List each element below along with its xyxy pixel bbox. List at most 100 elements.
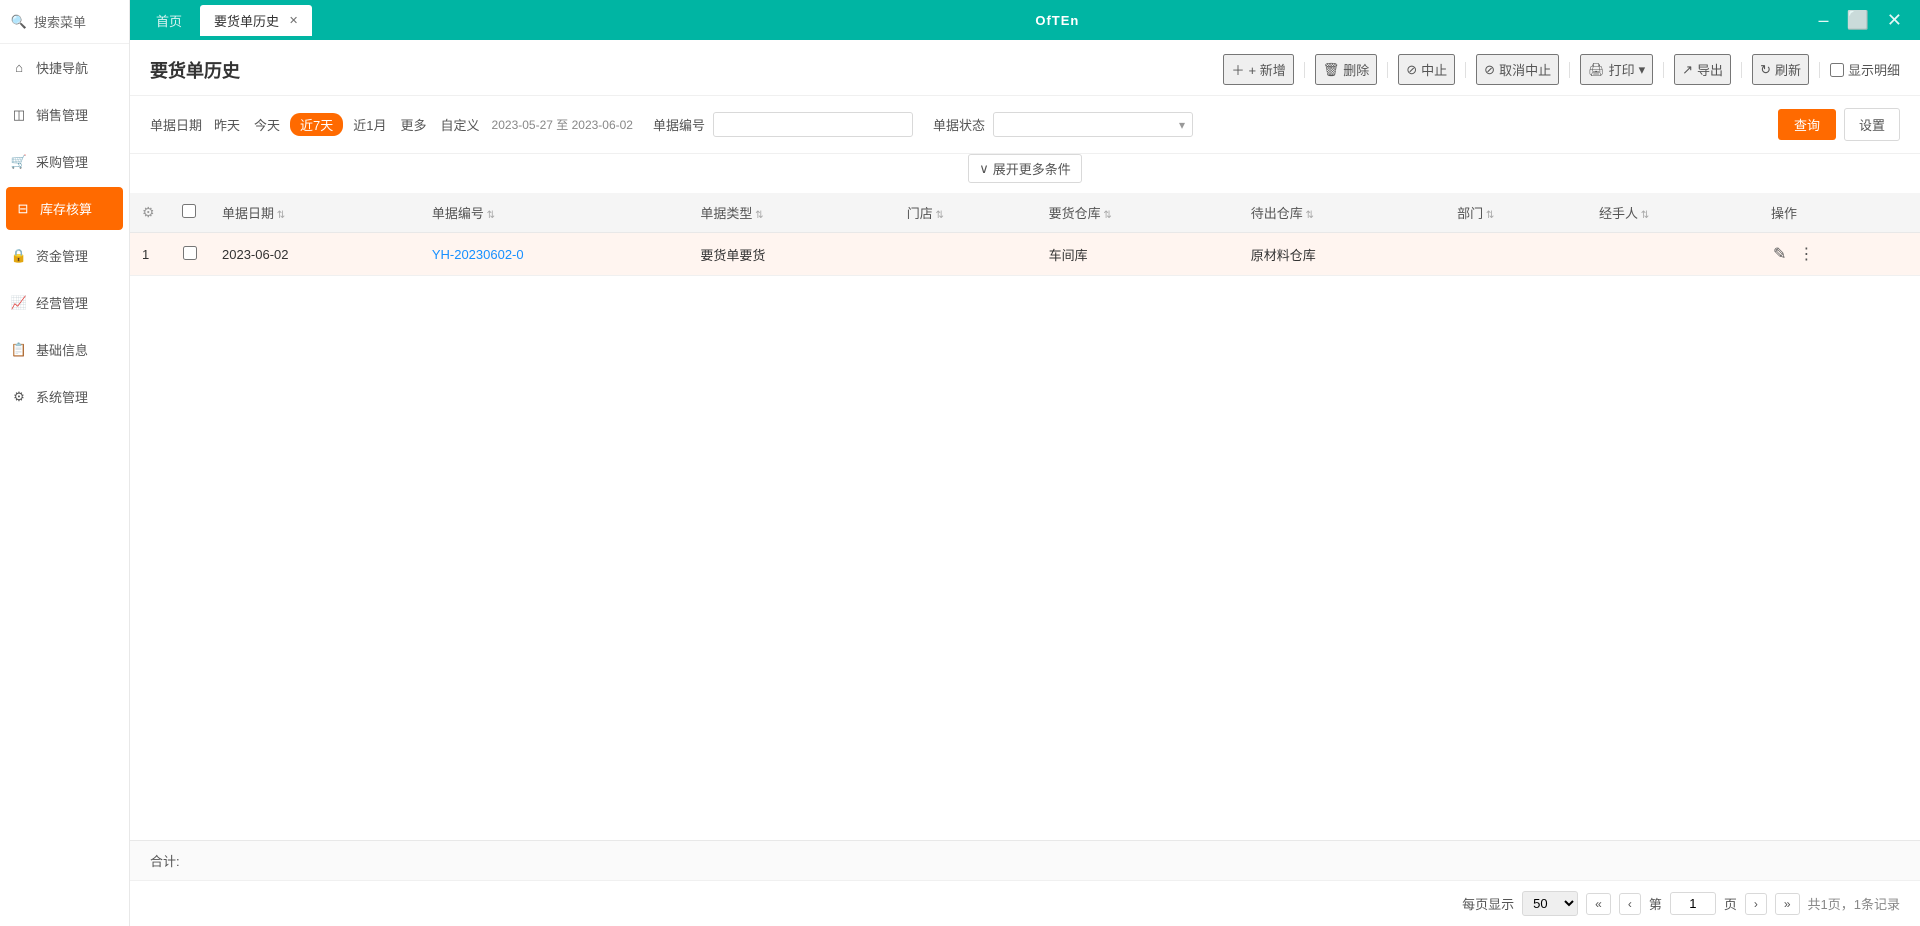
th-handler[interactable]: 经手人 [1587, 193, 1759, 233]
display-detail-checkbox-label[interactable]: 显示明细 [1830, 60, 1900, 79]
summary-label: 合计: [150, 854, 180, 869]
sidebar-item-purchase[interactable]: 🛒 采购管理 [0, 138, 129, 185]
cancel-stop-icon: ⊘ [1484, 62, 1495, 78]
date-btn-yesterday[interactable]: 昨天 [210, 113, 244, 136]
query-button[interactable]: 查询 [1778, 109, 1836, 140]
stop-button[interactable]: ⊘ 中止 [1398, 54, 1455, 85]
delete-button[interactable]: 🗑 删除 [1315, 54, 1378, 85]
th-date[interactable]: 单据日期 [210, 193, 420, 233]
page-input[interactable] [1670, 892, 1716, 915]
inventory-icon: ⊟ [14, 200, 32, 218]
table-row: 1 2023-06-02 YH-20230602-0 要货单要货 车间库 原材料… [130, 233, 1920, 276]
display-detail-checkbox[interactable] [1830, 63, 1844, 77]
sidebar-search[interactable]: 🔍 搜索菜单 [0, 0, 129, 44]
action-icons: ✎ ⋮ [1771, 242, 1908, 266]
sidebar-item-system[interactable]: ⚙ 系统管理 [0, 373, 129, 420]
chevron-down-icon: ∨ [979, 161, 989, 177]
next-page-btn[interactable]: › [1745, 893, 1767, 915]
divider [1465, 62, 1466, 78]
sidebar-item-inventory[interactable]: ⊟ 库存核算 [6, 187, 123, 230]
th-store[interactable]: 门店 [895, 193, 1037, 233]
sidebar-item-sales[interactable]: ◫ 销售管理 [0, 91, 129, 138]
status-select-wrapper [993, 112, 1193, 137]
cancel-stop-button[interactable]: ⊘ 取消中止 [1476, 54, 1559, 85]
date-btn-1month[interactable]: 近1月 [349, 113, 390, 136]
sidebar-item-label: 系统管理 [36, 387, 88, 406]
date-btn-today[interactable]: 今天 [250, 113, 284, 136]
table-header-row: ⚙ 单据日期 单据编号 单据类型 门店 要货仓库 待出仓库 部门 经手人 操 [130, 193, 1920, 233]
per-page-select[interactable]: 50 10 20 100 [1522, 891, 1578, 916]
gear-icon: ⚙ [10, 388, 28, 406]
date-options: 昨天 今天 近7天 近1月 更多 自定义 [210, 113, 484, 136]
lock-icon: 🔒 [10, 247, 28, 265]
status-select[interactable] [993, 112, 1193, 137]
date-filter-group: 单据日期 昨天 今天 近7天 近1月 更多 自定义 2023-05-27 至 2… [150, 113, 633, 136]
topbar-right-controls: – ⬜ ✕ [1812, 8, 1908, 33]
pagination-bar: 每页显示 50 10 20 100 « ‹ 第 页 › » 共1页，1条记录 [130, 880, 1920, 926]
sidebar-item-basic-info[interactable]: 📋 基础信息 [0, 326, 129, 373]
sidebar-item-operations[interactable]: 📈 经营管理 [0, 279, 129, 326]
brand-label: OfTEn [1035, 13, 1079, 28]
cell-action: ✎ ⋮ [1759, 233, 1920, 276]
th-department[interactable]: 部门 [1445, 193, 1587, 233]
divider [1387, 62, 1388, 78]
tab-home[interactable]: 首页 [142, 5, 196, 36]
date-filter-label: 单据日期 [150, 115, 202, 134]
page-suffix: 页 [1724, 894, 1737, 913]
table-body: 1 2023-06-02 YH-20230602-0 要货单要货 车间库 原材料… [130, 233, 1920, 276]
sidebar-item-label: 资金管理 [36, 246, 88, 265]
new-button[interactable]: ＋ + 新增 [1223, 54, 1293, 85]
topbar-close-icon[interactable]: ✕ [1881, 8, 1908, 33]
tab-requisition-history[interactable]: 要货单历史 ✕ [200, 5, 312, 36]
cell-req-warehouse: 车间库 [1037, 233, 1239, 276]
refresh-button[interactable]: ↻ 刷新 [1752, 54, 1809, 85]
home-icon: ⌂ [10, 59, 28, 77]
bill-no-label: 单据编号 [653, 115, 705, 134]
first-page-btn[interactable]: « [1586, 893, 1611, 915]
divider [1569, 62, 1570, 78]
prev-page-btn[interactable]: ‹ [1619, 893, 1641, 915]
page-header: 要货单历史 ＋ + 新增 🗑 删除 ⊘ 中止 ⊘ [130, 40, 1920, 96]
more-icon[interactable]: ⋮ [1796, 242, 1816, 266]
th-req-warehouse[interactable]: 要货仓库 [1037, 193, 1239, 233]
table-settings-icon[interactable]: ⚙ [142, 204, 155, 220]
tab-home-label: 首页 [156, 11, 182, 30]
th-bill-type[interactable]: 单据类型 [688, 193, 894, 233]
cell-bill-no: YH-20230602-0 [420, 233, 688, 276]
table-container: ⚙ 单据日期 单据编号 单据类型 门店 要货仓库 待出仓库 部门 经手人 操 [130, 193, 1920, 840]
export-icon: ↗ [1682, 62, 1693, 78]
tab-requisition-label: 要货单历史 [214, 11, 279, 30]
select-all-checkbox[interactable] [182, 204, 196, 218]
export-button[interactable]: ↗ 导出 [1674, 54, 1731, 85]
total-info: 共1页，1条记录 [1808, 894, 1900, 913]
sidebar-item-label: 销售管理 [36, 105, 88, 124]
per-page-label: 每页显示 [1462, 894, 1514, 913]
th-pending-warehouse[interactable]: 待出仓库 [1239, 193, 1445, 233]
main-area: 首页 要货单历史 ✕ OfTEn – ⬜ ✕ 要货单历史 ＋ + 新增 🗑 [130, 0, 1920, 926]
tab-close-icon[interactable]: ✕ [289, 14, 298, 27]
sidebar-item-quick-nav[interactable]: ⌂ 快捷导航 [0, 44, 129, 91]
settings-button[interactable]: 设置 [1844, 108, 1900, 141]
th-checkbox [170, 193, 210, 233]
bill-no-input[interactable] [713, 112, 913, 137]
bill-no-link[interactable]: YH-20230602-0 [432, 247, 524, 262]
row-checkbox[interactable] [183, 246, 197, 260]
sidebar-item-label: 快捷导航 [36, 58, 88, 77]
sidebar-item-finance[interactable]: 🔒 资金管理 [0, 232, 129, 279]
last-page-btn[interactable]: » [1775, 893, 1800, 915]
toolbar: ＋ + 新增 🗑 删除 ⊘ 中止 ⊘ 取消中止 [1223, 54, 1900, 85]
cell-store [895, 233, 1037, 276]
summary-bar: 合计: [130, 840, 1920, 880]
cell-date: 2023-06-02 [210, 233, 420, 276]
edit-icon[interactable]: ✎ [1771, 242, 1788, 266]
expand-more-btn[interactable]: ∨ 展开更多条件 [968, 154, 1082, 183]
print-arrow-icon: ▾ [1639, 62, 1646, 78]
print-button[interactable]: 🖨 打印 ▾ [1580, 54, 1653, 85]
topbar-minimize-icon[interactable]: – [1812, 8, 1834, 33]
cell-department [1445, 233, 1587, 276]
topbar-restore-icon[interactable]: ⬜ [1840, 8, 1874, 33]
date-btn-more[interactable]: 更多 [397, 113, 431, 136]
date-btn-7days[interactable]: 近7天 [290, 113, 343, 136]
th-bill-no[interactable]: 单据编号 [420, 193, 688, 233]
date-btn-custom[interactable]: 自定义 [437, 113, 484, 136]
